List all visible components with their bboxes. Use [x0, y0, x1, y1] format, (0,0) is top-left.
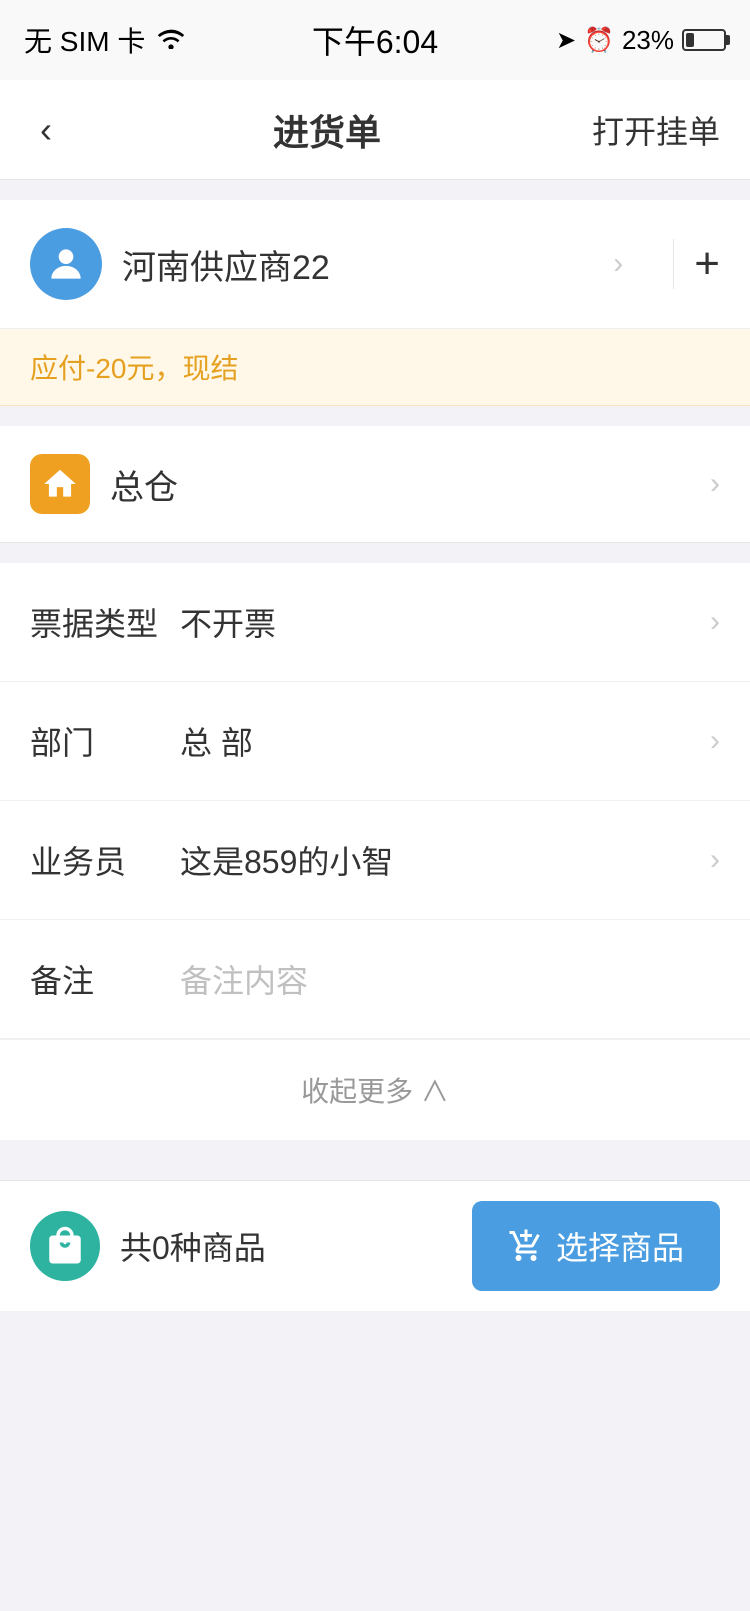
warning-banner: 应付-20元，现结 — [0, 329, 750, 406]
warehouse-chevron-icon: › — [710, 467, 720, 501]
remark-row[interactable]: 备注 备注内容 — [0, 920, 750, 1039]
collapse-button[interactable]: 收起更多 ∧ — [0, 1039, 750, 1140]
divider-4 — [0, 1140, 750, 1160]
invoice-type-label: 票据类型 — [30, 599, 160, 645]
nav-bar: ‹ 进货单 打开挂单 — [0, 80, 750, 180]
status-left: 无 SIM 卡 — [24, 20, 187, 60]
department-value: 总 部 — [160, 718, 710, 764]
salesperson-chevron-icon: › — [710, 843, 720, 877]
location-icon: ➤ — [556, 26, 576, 55]
department-row[interactable]: 部门 总 部 › — [0, 682, 750, 801]
divider-2 — [0, 406, 750, 426]
remark-label: 备注 — [30, 956, 160, 1002]
supplier-chevron-icon: › — [613, 247, 623, 281]
product-icon — [30, 1211, 100, 1281]
invoice-type-chevron-icon: › — [710, 605, 720, 639]
battery-icon — [682, 29, 726, 51]
add-supplier-button[interactable]: + — [694, 242, 720, 286]
supplier-avatar — [30, 228, 102, 300]
divider-3 — [0, 543, 750, 563]
collapse-label: 收起更多 ∧ — [301, 1070, 449, 1110]
status-bar: 无 SIM 卡 下午6:04 ➤ ⏰ 23% — [0, 0, 750, 80]
salesperson-value: 这是859的小智 — [160, 837, 710, 883]
warehouse-name: 总仓 — [110, 460, 710, 509]
vertical-divider — [673, 239, 674, 289]
salesperson-row[interactable]: 业务员 这是859的小智 › — [0, 801, 750, 920]
warning-text: 应付-20元，现结 — [30, 353, 238, 384]
salesperson-label: 业务员 — [30, 837, 160, 883]
bottom-bar: 共0种商品 选择商品 — [0, 1180, 750, 1311]
product-count-label: 共0种商品 — [120, 1223, 472, 1269]
invoice-type-row[interactable]: 票据类型 不开票 › — [0, 563, 750, 682]
supplier-card: 河南供应商22 › + 应付-20元，现结 — [0, 200, 750, 406]
warehouse-icon — [30, 454, 90, 514]
warehouse-card: 总仓 › — [0, 426, 750, 543]
remark-input[interactable]: 备注内容 — [160, 956, 720, 1002]
select-product-button[interactable]: 选择商品 — [472, 1201, 720, 1291]
battery-percentage: 23% — [622, 25, 674, 56]
open-pending-button[interactable]: 打开挂单 — [592, 107, 720, 153]
top-divider — [0, 180, 750, 200]
supplier-name: 河南供应商22 — [122, 240, 613, 289]
department-chevron-icon: › — [710, 724, 720, 758]
page-title: 进货单 — [273, 104, 381, 156]
warehouse-row[interactable]: 总仓 › — [0, 426, 750, 543]
status-right: ➤ ⏰ 23% — [556, 25, 726, 56]
carrier-label: 无 SIM 卡 — [24, 20, 145, 60]
supplier-row[interactable]: 河南供应商22 › + — [0, 200, 750, 329]
status-time: 下午6:04 — [312, 17, 438, 63]
back-button[interactable]: ‹ — [30, 99, 62, 161]
alarm-icon: ⏰ — [584, 26, 614, 55]
select-product-label: 选择商品 — [556, 1223, 684, 1269]
invoice-type-value: 不开票 — [160, 599, 710, 645]
form-section: 票据类型 不开票 › 部门 总 部 › 业务员 这是859的小智 › 备注 备注… — [0, 563, 750, 1140]
page-footer — [0, 1311, 750, 1611]
wifi-icon — [155, 24, 187, 56]
department-label: 部门 — [30, 718, 160, 764]
